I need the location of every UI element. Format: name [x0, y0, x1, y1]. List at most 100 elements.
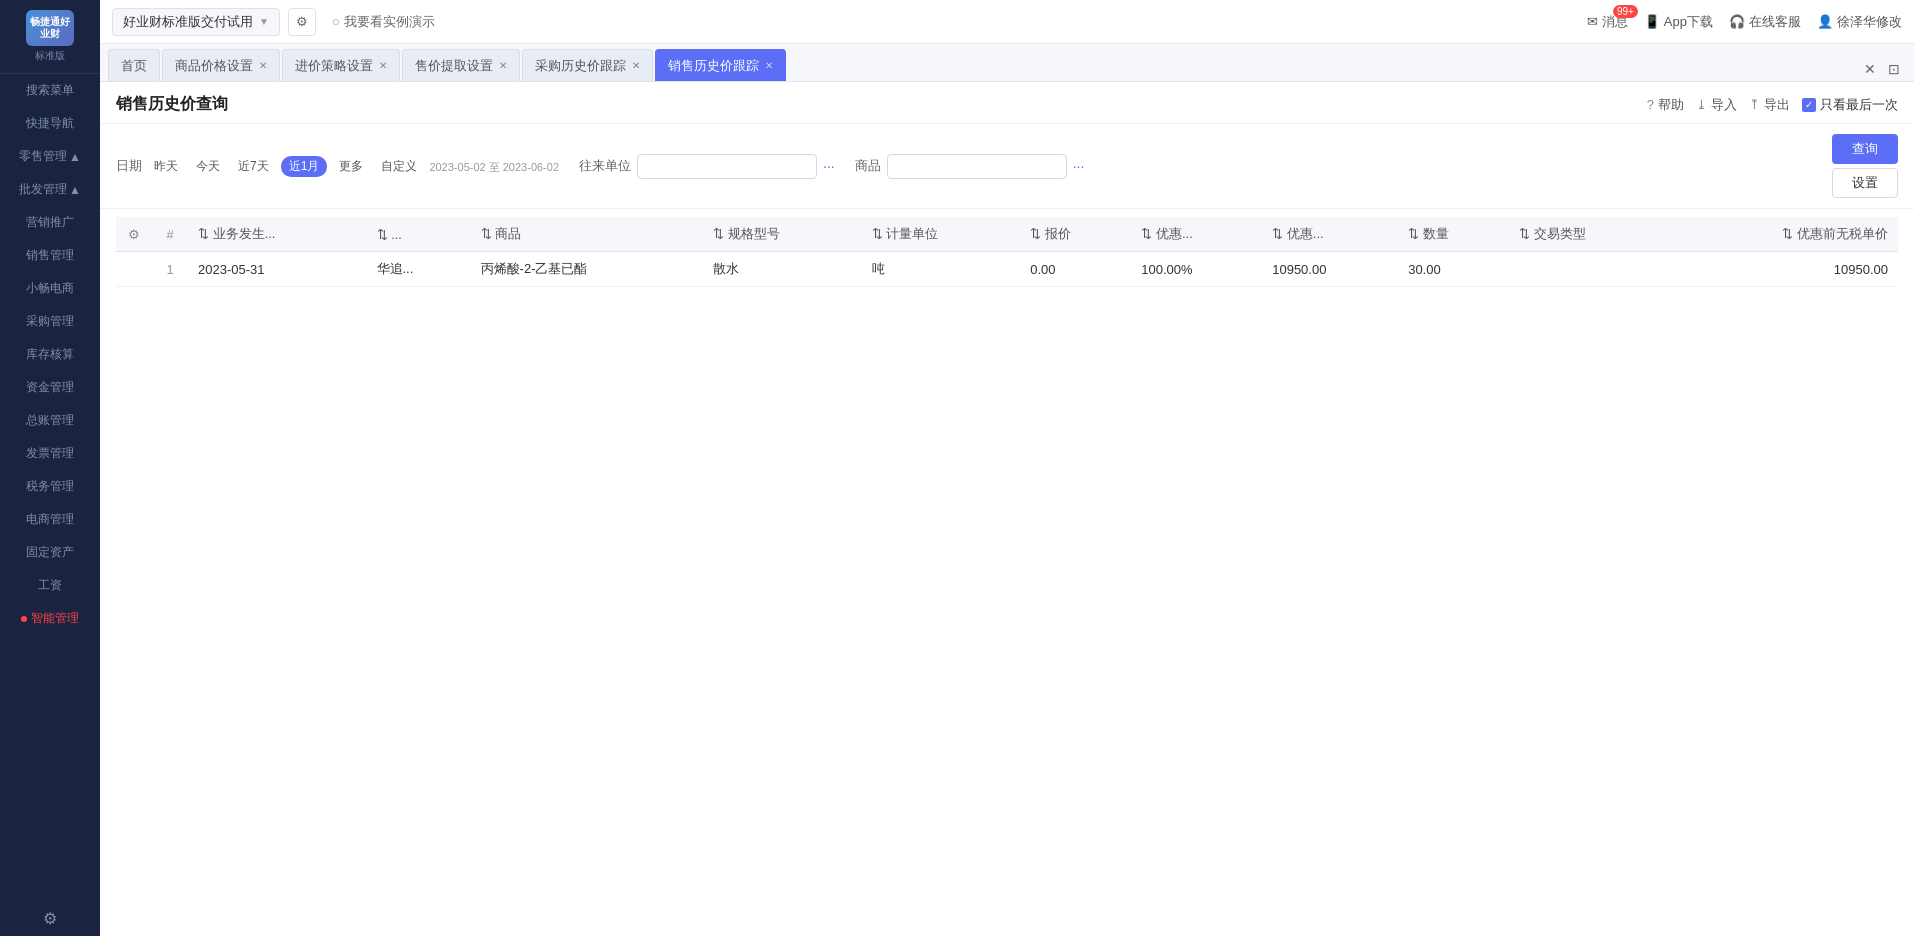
version-selector-label: 好业财标准版交付试用 — [123, 13, 253, 31]
from-unit-label: 往来单位 — [579, 157, 631, 175]
sidebar-item-ledger[interactable]: 总账管理 — [0, 404, 100, 437]
sidebar-item-inventory[interactable]: 库存核算 — [0, 338, 100, 371]
col-header-quantity[interactable]: ⇅ 数量 — [1398, 217, 1509, 252]
sort-icon: ⇅ — [377, 227, 388, 242]
topbar-right: ✉ 消息 99+ 📱 App下载 🎧 在线客服 👤 徐泽华修改 — [1587, 13, 1902, 31]
col-header-goods[interactable]: ⇅ 商品 — [471, 217, 703, 252]
import-button[interactable]: ⤓ 导入 — [1696, 96, 1737, 114]
date-option-custom[interactable]: 自定义 — [375, 156, 423, 177]
table-wrapper: ⚙ # ⇅ 业务发生... ⇅ ... ⇅ 商品 — [100, 209, 1914, 936]
sidebar-item-tax[interactable]: 税务管理 — [0, 470, 100, 503]
only-last-checkbox-label[interactable]: ✓ 只看最后一次 — [1802, 96, 1898, 114]
col-header-date[interactable]: ⇅ 业务发生... — [188, 217, 367, 252]
demo-label: 我要看实例演示 — [344, 13, 435, 31]
page-header: 销售历史价查询 ? 帮助 ⤓ 导入 ⤒ 导出 ✓ 只看最后一次 — [100, 82, 1914, 124]
date-option-yesterday[interactable]: 昨天 — [148, 156, 184, 177]
close-window-button[interactable]: ✕ — [1858, 57, 1882, 81]
col-header-spec[interactable]: ⇅ 规格型号 — [703, 217, 862, 252]
main-area: 好业财标准版交付试用 ▼ ⚙ ○ 我要看实例演示 ✉ 消息 99+ 📱 App下… — [100, 0, 1914, 936]
sidebar-logo: 畅捷通好业财 标准版 — [0, 0, 100, 74]
col-header-trade-type[interactable]: ⇅ 交易类型 — [1509, 217, 1668, 252]
tab-close-sales-history[interactable]: ✕ — [765, 60, 773, 71]
sidebar-item-wholesale[interactable]: 批发管理 ▲ — [0, 173, 100, 206]
col-header-discount-amt[interactable]: ⇅ 优惠... — [1262, 217, 1398, 252]
export-button[interactable]: ⤒ 导出 — [1749, 96, 1790, 114]
tab-price-settings[interactable]: 商品价格设置 ✕ — [162, 49, 280, 81]
cell-date: 2023-05-31 — [188, 252, 367, 287]
message-button[interactable]: ✉ 消息 99+ — [1587, 13, 1628, 31]
tab-close-price-settings[interactable]: ✕ — [259, 60, 267, 71]
date-option-today[interactable]: 今天 — [190, 156, 226, 177]
sidebar-item-marketing[interactable]: 营销推广 — [0, 206, 100, 239]
sidebar-item-purchase[interactable]: 采购管理 — [0, 305, 100, 338]
app-download-button[interactable]: 📱 App下载 — [1644, 13, 1713, 31]
cell-spec: 散水 — [703, 252, 862, 287]
goods-input[interactable] — [887, 154, 1067, 179]
tab-close-price-extract[interactable]: ✕ — [499, 60, 507, 71]
headset-icon: 🎧 — [1729, 14, 1745, 29]
import-icon: ⤓ — [1696, 97, 1707, 112]
online-service-button[interactable]: 🎧 在线客服 — [1729, 13, 1801, 31]
settings-icon: ⚙ — [296, 14, 308, 29]
date-option-last7days[interactable]: 近7天 — [232, 156, 275, 177]
sidebar-item-ecommerce[interactable]: 电商管理 — [0, 503, 100, 536]
col-header-pretax-price[interactable]: ⇅ 优惠前无税单价 — [1668, 217, 1898, 252]
only-last-checkbox[interactable]: ✓ — [1802, 98, 1816, 112]
sidebar-item-sales[interactable]: 销售管理 — [0, 239, 100, 272]
sidebar-item-search[interactable]: 搜索菜单 — [0, 74, 100, 107]
tab-sales-history[interactable]: 销售历史价跟踪 ✕ — [655, 49, 786, 81]
cell-discount-amt: 10950.00 — [1262, 252, 1398, 287]
version-selector[interactable]: 好业财标准版交付试用 ▼ — [112, 8, 280, 36]
tab-price-strategy[interactable]: 进价策略设置 ✕ — [282, 49, 400, 81]
sidebar-bottom: ⚙ — [0, 901, 100, 936]
sidebar-item-invoice[interactable]: 发票管理 — [0, 437, 100, 470]
sidebar-settings-icon[interactable]: ⚙ — [8, 909, 92, 928]
date-option-last1month[interactable]: 近1月 — [281, 156, 328, 177]
cell-pretax-price: 10950.00 — [1668, 252, 1898, 287]
col-header-price[interactable]: ⇅ 报价 — [1020, 217, 1131, 252]
tab-price-extract[interactable]: 售价提取设置 ✕ — [402, 49, 520, 81]
date-range-text: 2023-05-02 至 2023-06-02 — [429, 160, 559, 175]
tab-close-purchase-history[interactable]: ✕ — [632, 60, 640, 71]
col-header-gear[interactable]: ⚙ — [116, 217, 152, 252]
page-actions: ? 帮助 ⤓ 导入 ⤒ 导出 ✓ 只看最后一次 — [1647, 96, 1898, 114]
sidebar-item-finance[interactable]: 资金管理 — [0, 371, 100, 404]
maximize-window-button[interactable]: ⊡ — [1882, 57, 1906, 81]
col-header-discount-rate[interactable]: ⇅ 优惠... — [1131, 217, 1262, 252]
filter-settings-button[interactable]: 设置 — [1832, 168, 1898, 198]
col-header-more[interactable]: ⇅ ... — [367, 217, 471, 252]
from-unit-input[interactable] — [637, 154, 817, 179]
sidebar: 畅捷通好业财 标准版 搜索菜单 快捷导航 零售管理 ▲ 批发管理 ▲ 营销推广 … — [0, 0, 100, 936]
topbar-settings-button[interactable]: ⚙ — [288, 8, 316, 36]
tab-close-price-strategy[interactable]: ✕ — [379, 60, 387, 71]
sidebar-item-smart[interactable]: 智能管理 — [0, 602, 100, 635]
tab-home[interactable]: 首页 — [108, 49, 160, 81]
sidebar-item-xiaochangec[interactable]: 小畅电商 — [0, 272, 100, 305]
tab-purchase-history[interactable]: 采购历史价跟踪 ✕ — [522, 49, 653, 81]
cell-price: 0.00 — [1020, 252, 1131, 287]
sort-icon: ⇅ — [1408, 226, 1419, 241]
sidebar-item-salary[interactable]: 工资 — [0, 569, 100, 602]
user-profile-button[interactable]: 👤 徐泽华修改 — [1817, 13, 1902, 31]
notification-dot — [21, 616, 27, 622]
help-button[interactable]: ? 帮助 — [1647, 96, 1684, 114]
goods-dots[interactable]: ··· — [1073, 158, 1085, 174]
demo-link[interactable]: ○ 我要看实例演示 — [332, 13, 435, 31]
filter-buttons: 查询 设置 — [1832, 134, 1898, 198]
col-header-unit[interactable]: ⇅ 计量单位 — [862, 217, 1021, 252]
help-icon: ? — [1647, 97, 1654, 112]
cell-num: 1 — [152, 252, 188, 287]
goods-filter-group: 商品 ··· — [855, 154, 1085, 179]
date-option-more[interactable]: 更多 — [333, 156, 369, 177]
sidebar-item-assets[interactable]: 固定资产 — [0, 536, 100, 569]
cell-more: 华追... — [367, 252, 471, 287]
cell-gear — [116, 252, 152, 287]
query-button[interactable]: 查询 — [1832, 134, 1898, 164]
col-header-num: # — [152, 217, 188, 252]
from-unit-dots[interactable]: ··· — [823, 158, 835, 174]
sort-icon: ⇅ — [1030, 226, 1041, 241]
cell-goods: 丙烯酸-2-乙基已酯 — [471, 252, 703, 287]
selector-arrow-icon: ▼ — [259, 16, 269, 27]
sidebar-item-quick-nav[interactable]: 快捷导航 — [0, 107, 100, 140]
sidebar-item-retail[interactable]: 零售管理 ▲ — [0, 140, 100, 173]
